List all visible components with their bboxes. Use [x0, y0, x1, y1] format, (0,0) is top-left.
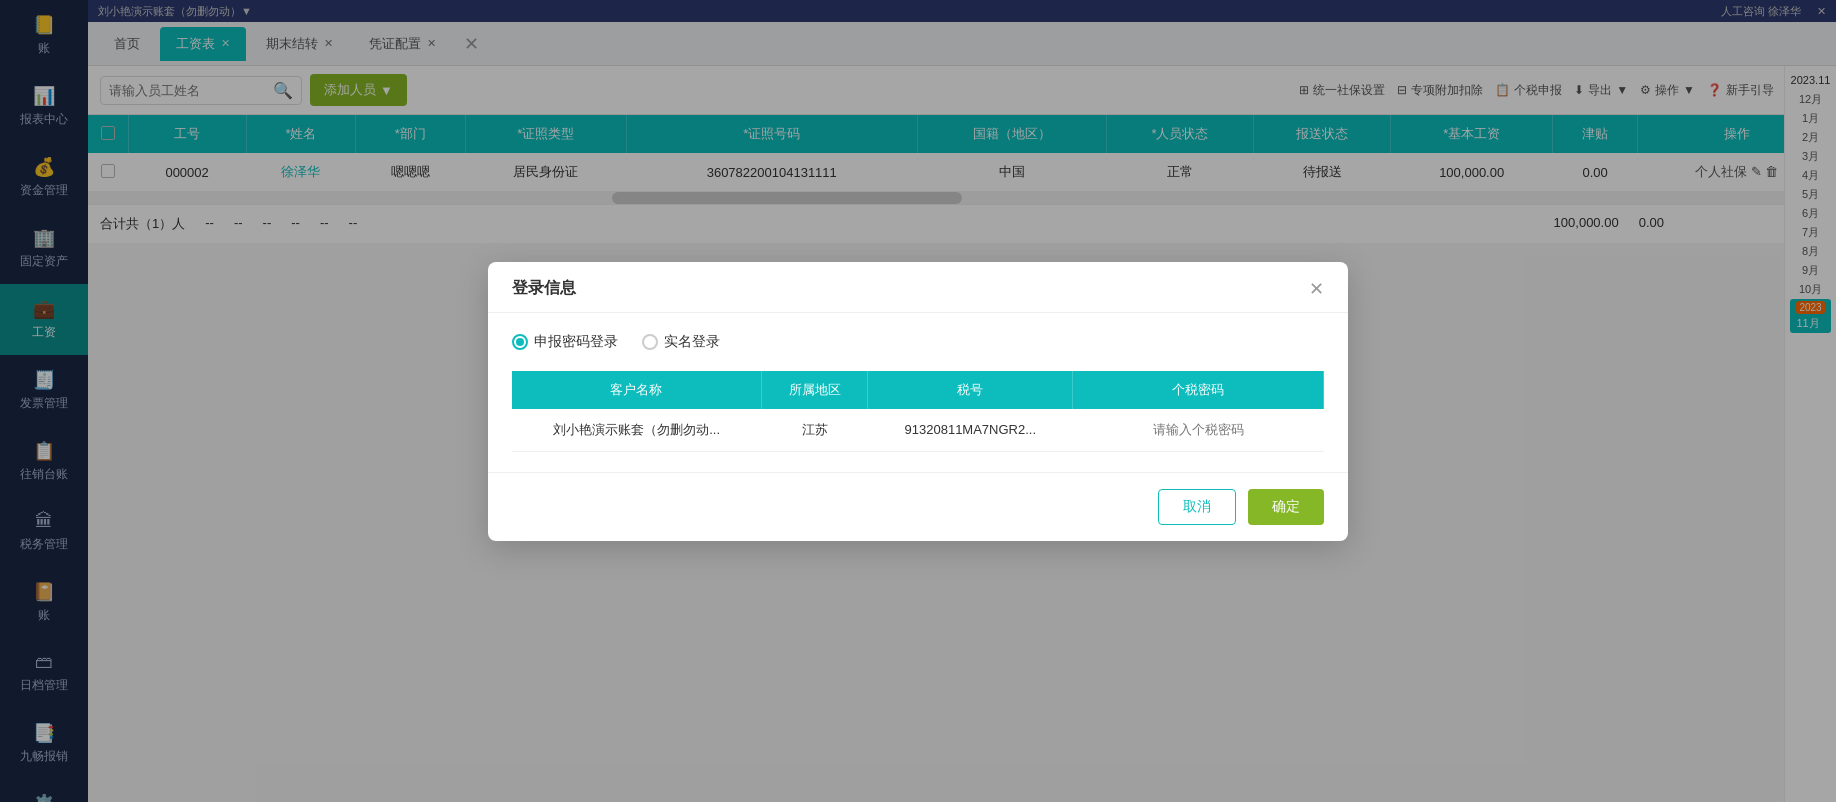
confirm-button[interactable]: 确定 [1248, 489, 1324, 525]
ith-client-name: 客户名称 [512, 371, 761, 409]
dialog-body: 申报密码登录 实名登录 客户名称 所属地区 税号 个税密码 [488, 313, 1348, 472]
password-field[interactable] [1089, 422, 1308, 437]
radio-password-circle [512, 334, 528, 350]
inner-table-row: 刘小艳演示账套（勿删勿动... 江苏 91320811MA7NGR2... [512, 409, 1324, 452]
login-type-radio-group: 申报密码登录 实名登录 [512, 333, 1324, 351]
itd-tax-no: 91320811MA7NGR2... [868, 409, 1073, 452]
dialog-title: 登录信息 [512, 278, 576, 299]
cancel-button[interactable]: 取消 [1158, 489, 1236, 525]
itd-region: 江苏 [761, 409, 868, 452]
itd-password-input[interactable] [1073, 409, 1324, 452]
radio-realname-login[interactable]: 实名登录 [642, 333, 720, 351]
dialog-close-button[interactable]: ✕ [1309, 278, 1324, 300]
login-dialog: 登录信息 ✕ 申报密码登录 实名登录 客户名称 所属地区 [488, 262, 1348, 541]
radio-password-label: 申报密码登录 [534, 333, 618, 351]
dialog-header: 登录信息 ✕ [488, 262, 1348, 313]
ith-region: 所属地区 [761, 371, 868, 409]
ith-password: 个税密码 [1073, 371, 1324, 409]
itd-client-name: 刘小艳演示账套（勿删勿动... [512, 409, 761, 452]
ith-tax-no: 税号 [868, 371, 1073, 409]
dialog-footer: 取消 确定 [488, 472, 1348, 541]
inner-table-header-row: 客户名称 所属地区 税号 个税密码 [512, 371, 1324, 409]
radio-realname-label: 实名登录 [664, 333, 720, 351]
radio-password-login[interactable]: 申报密码登录 [512, 333, 618, 351]
dialog-overlay: 登录信息 ✕ 申报密码登录 实名登录 客户名称 所属地区 [0, 0, 1836, 802]
login-info-table: 客户名称 所属地区 税号 个税密码 刘小艳演示账套（勿删勿动... 江苏 913… [512, 371, 1324, 452]
radio-realname-circle [642, 334, 658, 350]
